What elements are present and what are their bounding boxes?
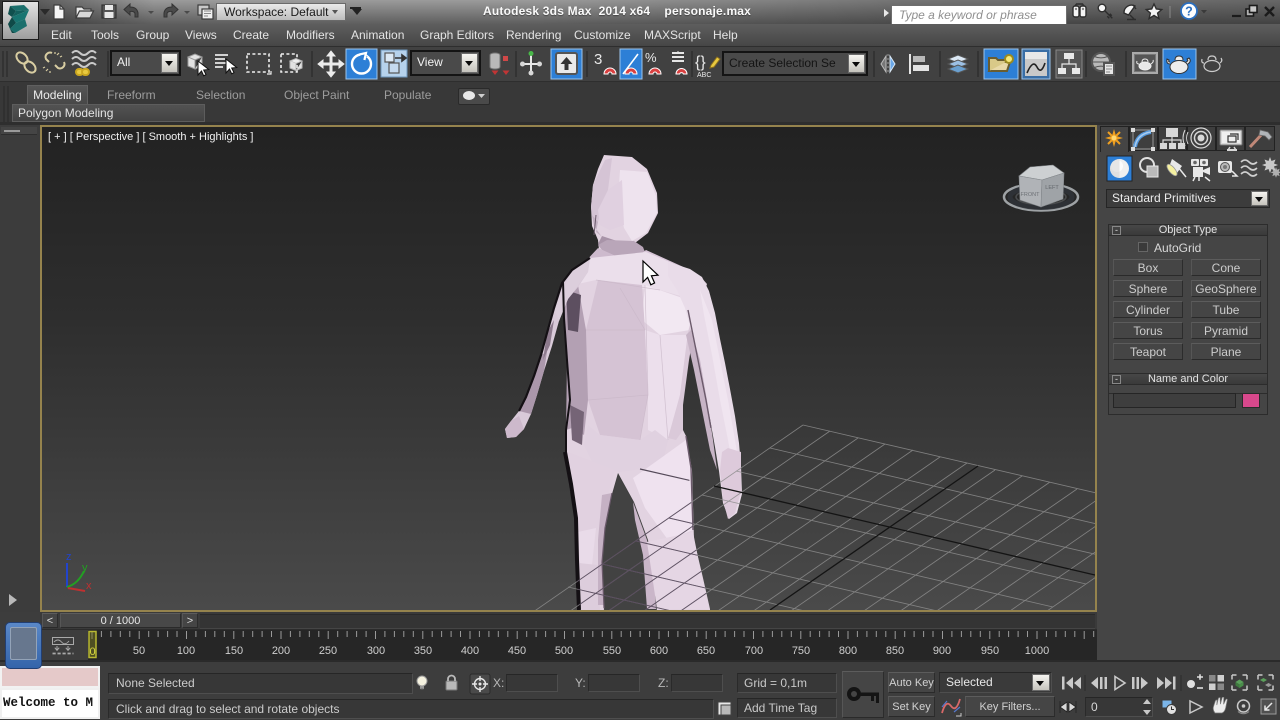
svg-text:100: 100 (177, 645, 195, 657)
svg-text:ABC: ABC (697, 72, 711, 79)
svg-text:850: 850 (886, 645, 904, 657)
svg-text:{}: {} (695, 54, 706, 71)
svg-text:FRONT: FRONT (1021, 192, 1041, 198)
svg-text:900: 900 (933, 645, 951, 657)
svg-text:200: 200 (272, 645, 290, 657)
svg-text:0: 0 (89, 646, 95, 658)
svg-text:3: 3 (594, 51, 602, 68)
svg-text:z: z (66, 551, 72, 563)
svg-text:550: 550 (603, 645, 621, 657)
svg-text:700: 700 (745, 645, 763, 657)
svg-text:%: % (645, 50, 657, 65)
svg-text:300: 300 (367, 645, 385, 657)
svg-text:400: 400 (461, 645, 479, 657)
svg-text:350: 350 (414, 645, 432, 657)
svg-text:1000: 1000 (1025, 645, 1049, 657)
svg-text:600: 600 (650, 645, 668, 657)
svg-text:750: 750 (792, 645, 810, 657)
svg-text:800: 800 (839, 645, 857, 657)
svg-text:?: ? (1185, 5, 1193, 19)
svg-text:50: 50 (133, 645, 145, 657)
svg-text:x: x (86, 580, 92, 592)
svg-text:500: 500 (555, 645, 573, 657)
svg-text:250: 250 (319, 645, 337, 657)
svg-text:LEFT: LEFT (1045, 185, 1059, 191)
svg-text:150: 150 (225, 645, 243, 657)
svg-text:950: 950 (981, 645, 999, 657)
svg-text:450: 450 (508, 645, 526, 657)
svg-text:650: 650 (697, 645, 715, 657)
svg-text:y: y (82, 562, 88, 574)
